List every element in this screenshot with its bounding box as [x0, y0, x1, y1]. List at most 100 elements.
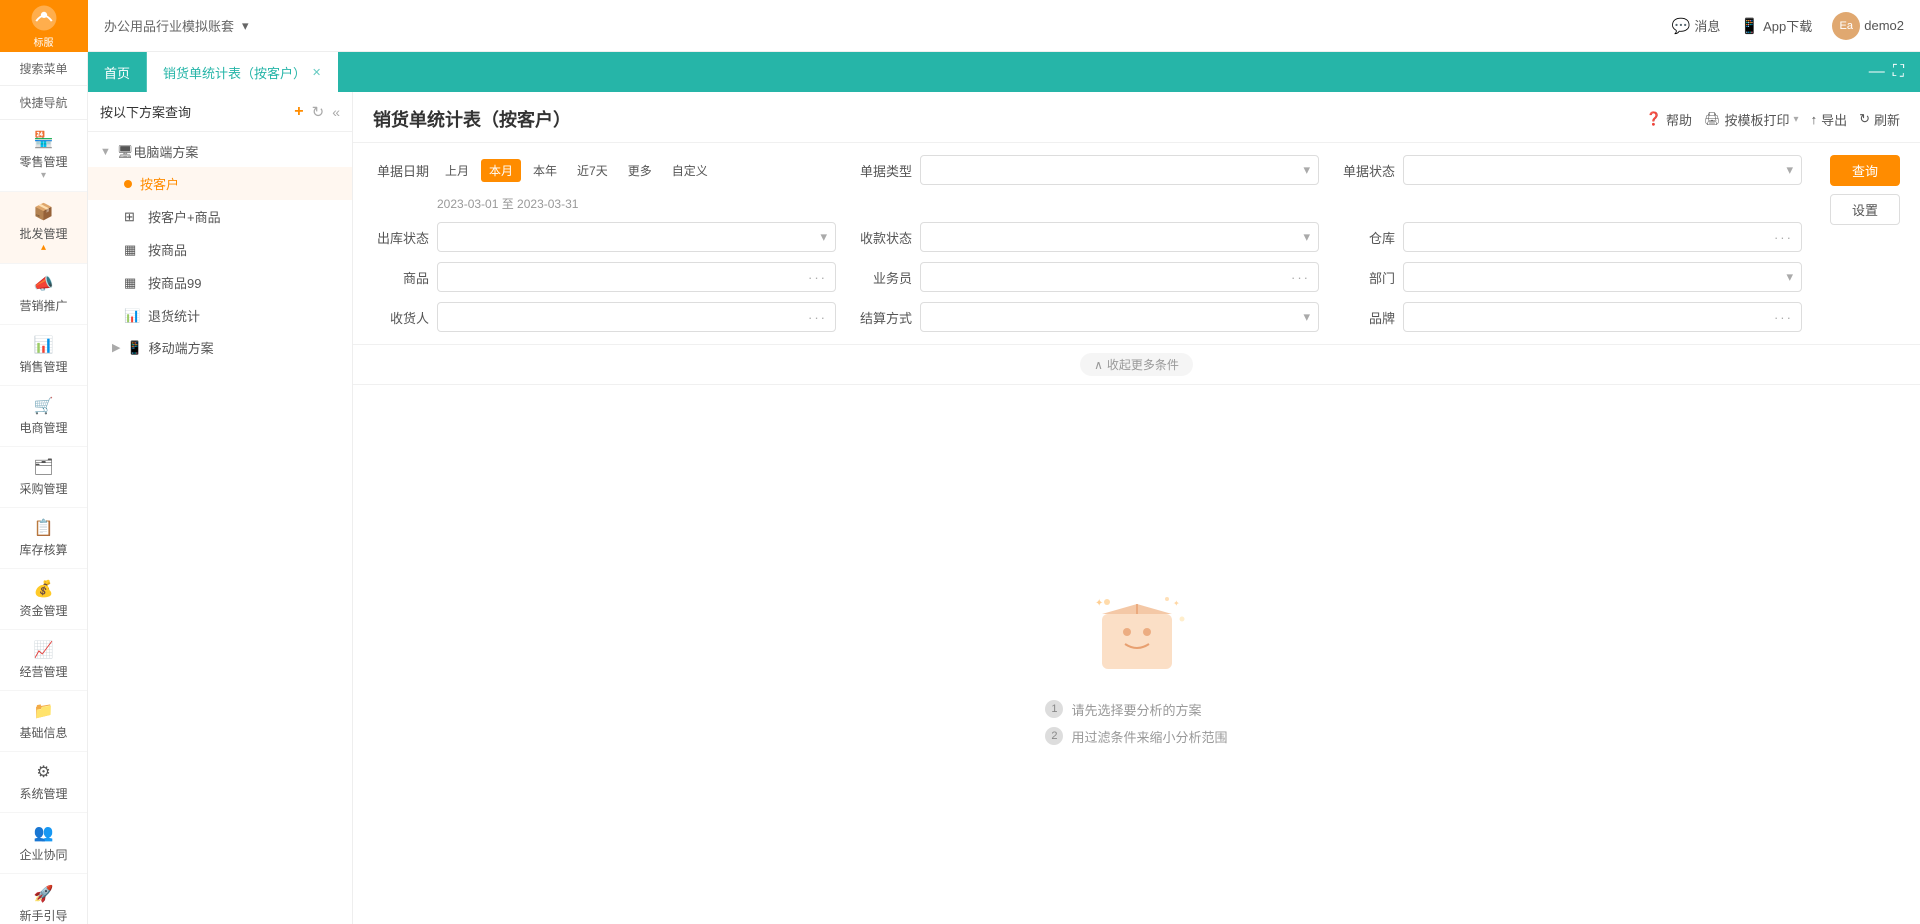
brand-label: 品牌 [1339, 308, 1395, 327]
print-icon: 🖨 [1704, 111, 1721, 127]
goods-input[interactable]: ··· [437, 262, 836, 292]
svg-text:✦: ✦ [1095, 598, 1103, 609]
tab-sales-stats[interactable]: 销货单统计表（按客户） ✕ [147, 52, 338, 92]
sidebar-item-sales[interactable]: 📊 销售管理 [0, 325, 87, 386]
filter-out-status-cell: 出库状态 ▾ [373, 222, 836, 252]
export-label: 导出 [1821, 110, 1847, 129]
quick-nav-label: 快捷导航 [19, 96, 67, 110]
dept-input[interactable]: ▾ [1403, 262, 1802, 292]
topbar-dropdown-icon[interactable]: ▾ [242, 18, 249, 34]
guide-icon: 🚀 [34, 884, 54, 904]
tab-minimize-icon[interactable]: — [1869, 63, 1885, 81]
settlement-input[interactable]: ▾ [920, 302, 1319, 332]
collapse-label: 收起更多条件 [1107, 356, 1179, 373]
collapse-bar[interactable]: ∧ 收起更多条件 [353, 345, 1920, 385]
sidebar-item-wholesale[interactable]: 📦 批发管理 ▴ [0, 192, 87, 264]
sidebar-item-basic[interactable]: 📁 基础信息 [0, 691, 87, 752]
scheme-group-desktop-label: 电脑端方案 [133, 142, 198, 161]
brand-dots-icon: ··· [1774, 310, 1793, 325]
filter-order-type-cell: 单据类型 ▾ [856, 155, 1319, 185]
left-panel-header: 按以下方案查询 + ↻ « [88, 92, 352, 132]
message-label: 消息 [1694, 16, 1720, 35]
active-indicator [124, 180, 132, 188]
receiver-input[interactable]: ··· [437, 302, 836, 332]
empty-area: ✦ ✦ 1 请先选择要分析的方案 2 用过滤条件来缩小分析范围 [353, 385, 1920, 924]
left-panel-title: 按以下方案查询 [100, 102, 191, 121]
date-btn-custom[interactable]: 自定义 [664, 159, 716, 182]
filter-date-range-cell: 2023-03-01 至 2023-03-31 [373, 195, 836, 212]
filter-salesman-cell: 业务员 ··· [856, 262, 1319, 292]
scheme-item-by-customer-label: 按客户 [140, 174, 179, 193]
order-status-input[interactable]: ▾ [1403, 155, 1802, 185]
tab-fullscreen-icon[interactable]: ⛶ [1893, 63, 1904, 81]
print-label: 按模板打印 [1725, 110, 1790, 129]
sidebar-item-operation[interactable]: 📈 经营管理 [0, 630, 87, 691]
scheme-item-goods99[interactable]: ▦ 按商品99 [88, 266, 352, 299]
collapse-more-button[interactable]: ∧ 收起更多条件 [1080, 353, 1193, 376]
sidebar-search-section[interactable]: 搜索菜单 [0, 52, 87, 86]
tab-close-icon[interactable]: ✕ [312, 66, 321, 79]
add-scheme-button[interactable]: + [294, 103, 303, 121]
filter-order-status-cell: 单据状态 ▾ [1339, 155, 1802, 185]
brand-input[interactable]: ··· [1403, 302, 1802, 332]
date-btn-this-year[interactable]: 本年 [525, 159, 565, 182]
sidebar-quick-nav[interactable]: 快捷导航 [0, 86, 87, 120]
folder-icon: 🖥 [117, 144, 134, 160]
warehouse-input[interactable]: ··· [1403, 222, 1802, 252]
sidebar-item-inventory[interactable]: 📋 库存核算 [0, 508, 87, 569]
sidebar-item-cooperation[interactable]: 👥 企业协同 [0, 813, 87, 874]
sidebar-item-purchase-label: 采购管理 [19, 480, 67, 497]
topbar-appdownload[interactable]: 📱 App下载 [1740, 16, 1812, 35]
sidebar-item-ecommerce[interactable]: 🛒 电商管理 [0, 386, 87, 447]
scheme-section: ▼ 🖥 电脑端方案 按客户 ⊞ 按客户+商品 ▦ 按商品 [88, 132, 352, 367]
filter-receiver-cell: 收货人 ··· [373, 302, 836, 332]
page-actions: ❓ 帮助 🖨 按模板打印 ▾ ↑ 导出 ↻ 刷新 [1646, 110, 1900, 129]
scheme-group-desktop-header[interactable]: ▼ 🖥 电脑端方案 [88, 136, 352, 167]
system-icon: ⚙ [36, 762, 50, 782]
scheme-item-goods99-label: 按商品99 [148, 273, 201, 292]
settlement-label: 结算方式 [856, 308, 912, 327]
help-button[interactable]: ❓ 帮助 [1646, 110, 1692, 129]
order-type-input[interactable]: ▾ [920, 155, 1319, 185]
out-status-label: 出库状态 [373, 228, 429, 247]
tip-text-2: 用过滤条件来缩小分析范围 [1071, 727, 1227, 746]
sidebar-item-purchase[interactable]: 🗂 采购管理 [0, 447, 87, 508]
sidebar-item-finance[interactable]: 💰 资金管理 [0, 569, 87, 630]
scheme-item-by-goods[interactable]: ▦ 按商品 [88, 233, 352, 266]
sidebar-item-marketing[interactable]: 📣 营销推广 [0, 264, 87, 325]
settings-button[interactable]: 设置 [1830, 194, 1900, 225]
date-btn-this-month[interactable]: 本月 [481, 159, 521, 182]
refresh-button[interactable]: ↻ 刷新 [1859, 110, 1900, 129]
scheme-item-customer-goods[interactable]: ⊞ 按客户+商品 [88, 200, 352, 233]
topbar-user[interactable]: Ea demo2 [1832, 12, 1904, 40]
date-btn-more[interactable]: 更多 [620, 159, 660, 182]
scheme-item-by-customer[interactable]: 按客户 [88, 167, 352, 200]
tab-home[interactable]: 首页 [88, 52, 147, 92]
receiver-label: 收货人 [373, 308, 429, 327]
collect-status-input[interactable]: ▾ [920, 222, 1319, 252]
print-button[interactable]: 🖨 按模板打印 ▾ [1704, 110, 1799, 129]
scheme-item-return-stats[interactable]: 📊 退货统计 [88, 299, 352, 332]
query-button[interactable]: 查询 [1830, 155, 1900, 186]
scheme-item-by-goods-label: 按商品 [148, 240, 187, 259]
sidebar-item-guide[interactable]: 🚀 新手引导 [0, 874, 87, 924]
out-status-input[interactable]: ▾ [437, 222, 836, 252]
filter-warehouse-cell: 仓库 ··· [1339, 222, 1802, 252]
scheme-group-mobile-header[interactable]: ▶ 📱 移动端方案 [88, 332, 352, 363]
refresh-scheme-button[interactable]: ↻ [312, 103, 325, 121]
filter-goods-cell: 商品 ··· [373, 262, 836, 292]
date-btn-last-month[interactable]: 上月 [437, 159, 477, 182]
username-label: demo2 [1864, 18, 1904, 33]
scheme-group-mobile: ▶ 📱 移动端方案 [88, 332, 352, 363]
sidebar-item-system[interactable]: ⚙ 系统管理 [0, 752, 87, 813]
topbar-message[interactable]: 💬 消息 [1672, 16, 1721, 35]
collapse-panel-button[interactable]: « [332, 104, 340, 120]
table2-icon: ▦ [124, 275, 140, 291]
date-btn-7days[interactable]: 近7天 [569, 159, 616, 182]
sidebar-item-cooperation-label: 企业协同 [19, 846, 67, 863]
export-button[interactable]: ↑ 导出 [1811, 110, 1848, 129]
sidebar-item-retail[interactable]: 🏪 零售管理 ▾ [0, 120, 87, 192]
topbar-right: 💬 消息 📱 App下载 Ea demo2 [1672, 12, 1904, 40]
goods-dots-icon: ··· [808, 270, 827, 285]
salesman-input[interactable]: ··· [920, 262, 1319, 292]
